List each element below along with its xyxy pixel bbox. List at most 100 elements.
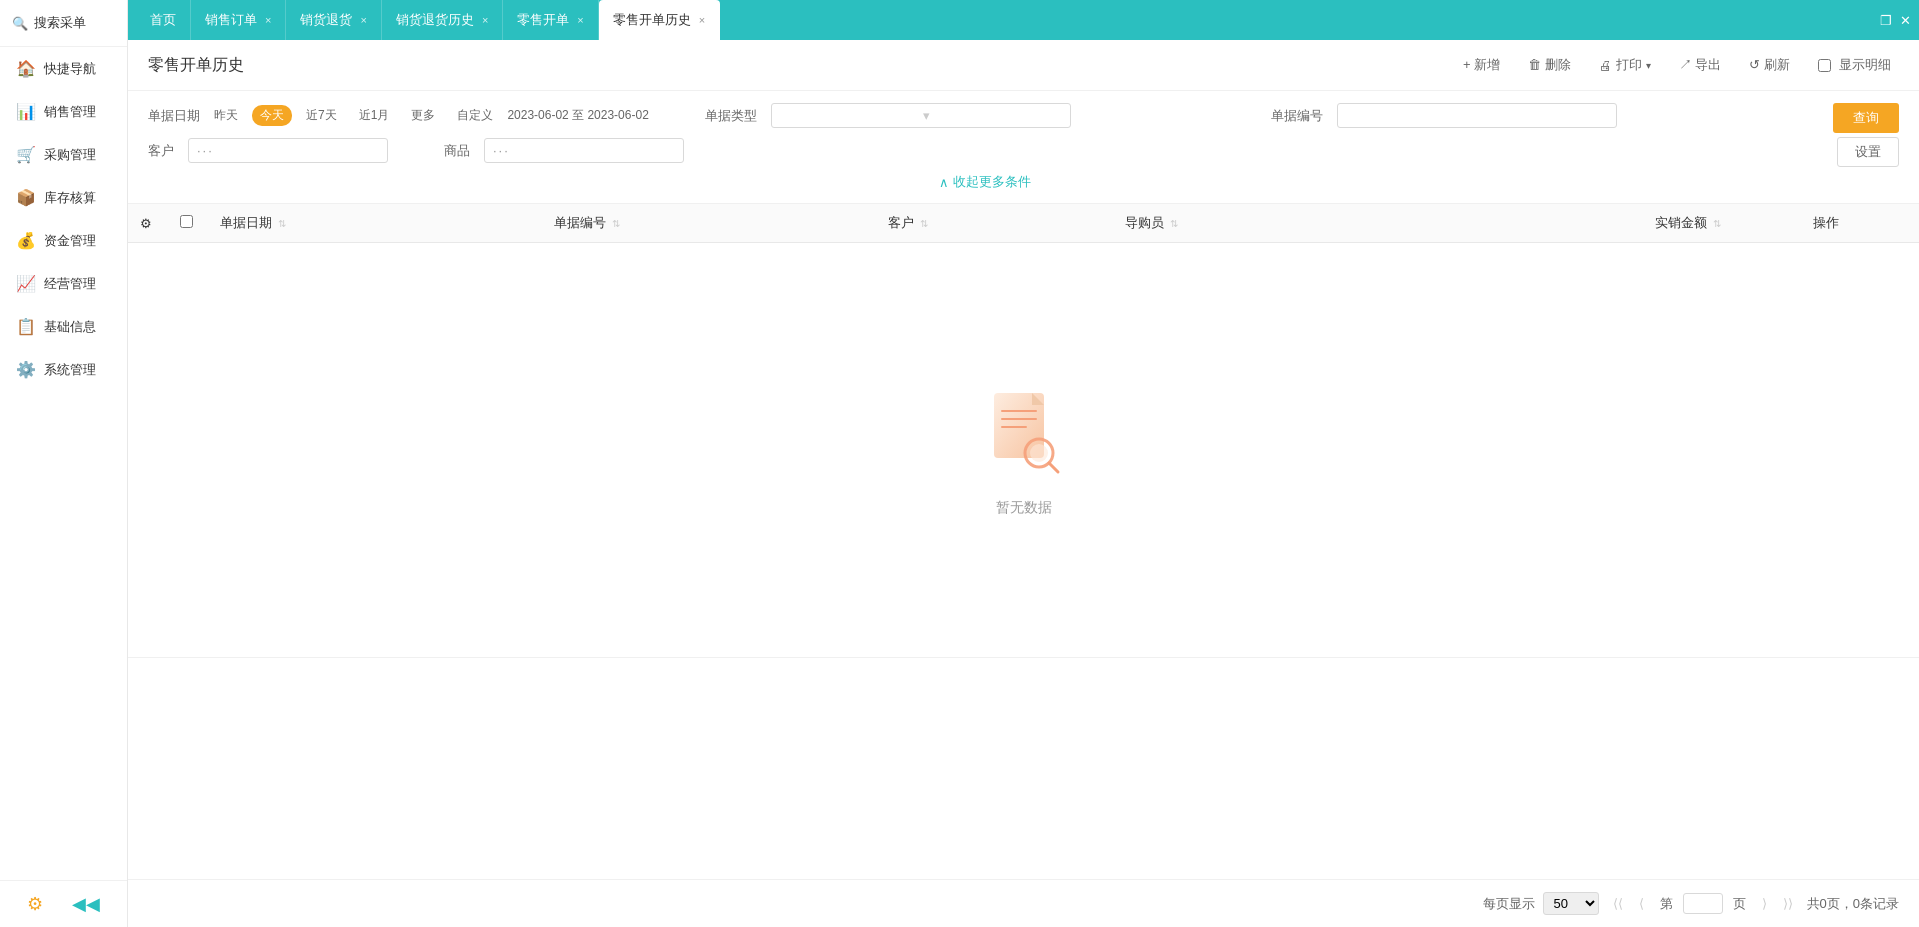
date-btn-1month[interactable]: 近1月	[351, 105, 398, 126]
close-sales-return-history-icon[interactable]: ×	[482, 14, 488, 26]
date-range-value: 2023-06-02 至 2023-06-02	[507, 107, 648, 124]
col-customer-label: 客户	[888, 215, 914, 230]
sidebar-search-label: 搜索采单	[34, 14, 86, 32]
collapse-label: 收起更多条件	[953, 173, 1031, 191]
content: 零售开单历史 + 新增 🗑 删除 🖨 🖨 打印 打印 ▾ ↗ 导出 ↺ 刷新 显…	[128, 40, 1919, 927]
current-page-input[interactable]: 1	[1683, 893, 1723, 914]
display-detail-checkbox[interactable]: 显示明细	[1810, 52, 1899, 78]
tab-sales-return-label: 销货退货	[300, 11, 352, 29]
nav-restore-btn[interactable]: ❐	[1880, 13, 1892, 28]
tab-home-label: 首页	[150, 11, 176, 29]
tab-sales-order-label: 销售订单	[205, 11, 257, 29]
sidebar-item-sales-mgmt[interactable]: 📊 销售管理	[0, 90, 127, 133]
customer-placeholder: ···	[197, 143, 379, 158]
prev-page-btn[interactable]: ⟨	[1633, 894, 1650, 913]
col-salesperson-label: 导购员	[1125, 215, 1164, 230]
sidebar-item-label: 系统管理	[44, 361, 96, 379]
sidebar-item-finance[interactable]: 💰 资金管理	[0, 219, 127, 262]
inventory-icon: 📦	[16, 188, 36, 207]
doc-type-select[interactable]: ▾	[771, 103, 1071, 128]
page-header: 零售开单历史 + 新增 🗑 删除 🖨 🖨 打印 打印 ▾ ↗ 导出 ↺ 刷新 显…	[128, 40, 1919, 91]
col-customer[interactable]: 客户 ⇅	[876, 204, 1113, 243]
print-dropdown-icon[interactable]: ▾	[1646, 60, 1651, 71]
per-page-label: 每页显示	[1483, 895, 1535, 913]
tab-sales-return[interactable]: 销货退货 ×	[286, 0, 381, 40]
page-nav: ⟨⟨ ⟨ 第 1 页 ⟩ ⟩⟩	[1607, 893, 1799, 915]
date-btn-today[interactable]: 今天	[252, 105, 292, 126]
goods-placeholder: ···	[493, 143, 675, 158]
select-all-checkbox[interactable]	[180, 215, 193, 228]
tab-home[interactable]: 首页	[136, 0, 191, 40]
per-page-select[interactable]: 50 100 200	[1543, 892, 1599, 915]
first-page-btn[interactable]: ⟨⟨	[1607, 894, 1629, 913]
tab-sales-order[interactable]: 销售订单 ×	[191, 0, 286, 40]
refresh-button[interactable]: ↺ 刷新	[1741, 52, 1798, 78]
settings-icon-btn[interactable]: ⚙	[27, 893, 43, 915]
last-page-btn[interactable]: ⟩⟩	[1777, 894, 1799, 913]
sidebar-item-purchase-mgmt[interactable]: 🛒 采购管理	[0, 133, 127, 176]
close-retail-history-icon[interactable]: ×	[699, 14, 705, 26]
sidebar-item-label: 库存核算	[44, 189, 96, 207]
sidebar: 🔍 搜索采单 🏠 快捷导航 📊 销售管理 🛒 采购管理 📦 库存核算 💰 资金管…	[0, 0, 128, 927]
close-retail-open-icon[interactable]: ×	[577, 14, 583, 26]
filter-area: 单据日期 昨天 今天 近7天 近1月 更多 自定义 2023-06-02 至 2…	[128, 91, 1919, 204]
setting-button[interactable]: 设置	[1837, 137, 1899, 167]
doc-no-input[interactable]	[1337, 103, 1617, 128]
tab-retail-history[interactable]: 零售开单历史 ×	[599, 0, 720, 40]
empty-illustration	[974, 383, 1074, 483]
tab-sales-return-history[interactable]: 销货退货历史 ×	[382, 0, 503, 40]
sidebar-search[interactable]: 🔍 搜索采单	[0, 0, 127, 47]
empty-text: 暂无数据	[996, 499, 1052, 517]
print-button[interactable]: 🖨 🖨 打印 打印 ▾	[1591, 52, 1659, 78]
collapse-up-icon: ∧	[939, 175, 949, 190]
export-button[interactable]: ↗ 导出	[1671, 52, 1730, 78]
customer-select[interactable]: ···	[188, 138, 388, 163]
toolbar: + 新增 🗑 删除 🖨 🖨 打印 打印 ▾ ↗ 导出 ↺ 刷新 显示明细	[1455, 52, 1899, 78]
col-no[interactable]: 单据编号 ⇅	[542, 204, 876, 243]
sidebar-item-inventory[interactable]: 📦 库存核算	[0, 176, 127, 219]
tab-retail-open[interactable]: 零售开单 ×	[503, 0, 598, 40]
date-btn-more[interactable]: 更多	[403, 105, 443, 126]
total-info: 共0页，0条记录	[1807, 895, 1899, 913]
col-date-label: 单据日期	[220, 215, 272, 230]
query-button[interactable]: 查询	[1833, 103, 1899, 133]
sidebar-item-base[interactable]: 📋 基础信息	[0, 305, 127, 348]
settings-cog-icon[interactable]: ⚙	[140, 216, 152, 231]
svg-line-7	[1049, 463, 1058, 472]
date-btn-7days[interactable]: 近7天	[298, 105, 345, 126]
tab-retail-open-label: 零售开单	[517, 11, 569, 29]
tab-retail-history-label: 零售开单历史	[613, 11, 691, 29]
search-icon: 🔍	[12, 16, 28, 31]
table-checkbox-header[interactable]	[168, 204, 208, 243]
collapse-sidebar-btn[interactable]: ◀◀	[72, 893, 100, 915]
date-btn-custom[interactable]: 自定义	[449, 105, 501, 126]
filter-row-2: 客户 ··· 商品 ···	[148, 138, 1821, 163]
col-action-label: 操作	[1813, 215, 1839, 230]
col-salesperson[interactable]: 导购员 ⇅	[1113, 204, 1399, 243]
close-sales-order-icon[interactable]: ×	[265, 14, 271, 26]
nav-close-btn[interactable]: ✕	[1900, 13, 1911, 28]
empty-state-row: 暂无数据	[128, 243, 1919, 658]
display-detail-input[interactable]	[1818, 59, 1831, 72]
date-label: 单据日期	[148, 107, 200, 125]
sidebar-item-system[interactable]: ⚙️ 系统管理	[0, 348, 127, 391]
filter-with-actions: 单据日期 昨天 今天 近7天 近1月 更多 自定义 2023-06-02 至 2…	[148, 103, 1899, 191]
next-page-btn[interactable]: ⟩	[1756, 894, 1773, 913]
date-options: 昨天 今天 近7天 近1月 更多 自定义	[206, 105, 501, 126]
date-btn-yesterday[interactable]: 昨天	[206, 105, 246, 126]
col-amount[interactable]: 实销金额 ⇅	[1399, 204, 1733, 243]
close-sales-return-icon[interactable]: ×	[360, 14, 366, 26]
delete-button[interactable]: 🗑 删除	[1520, 52, 1579, 78]
sidebar-item-quick-nav[interactable]: 🏠 快捷导航	[0, 47, 127, 90]
top-nav: 首页 销售订单 × 销货退货 × 销货退货历史 × 零售开单 × 零售开单历史 …	[128, 0, 1919, 40]
doc-type-dropdown-icon: ▾	[923, 108, 1062, 123]
col-date[interactable]: 单据日期 ⇅	[208, 204, 542, 243]
ops-icon: 📈	[16, 274, 36, 293]
goods-select[interactable]: ···	[484, 138, 684, 163]
sidebar-item-ops[interactable]: 📈 经营管理	[0, 262, 127, 305]
doc-no-label: 单据编号	[1271, 107, 1323, 125]
add-button[interactable]: + 新增	[1455, 52, 1508, 78]
table-settings-header[interactable]: ⚙	[128, 204, 168, 243]
collapse-filter-btn[interactable]: ∧ 收起更多条件	[148, 173, 1821, 191]
sidebar-item-label: 经营管理	[44, 275, 96, 293]
